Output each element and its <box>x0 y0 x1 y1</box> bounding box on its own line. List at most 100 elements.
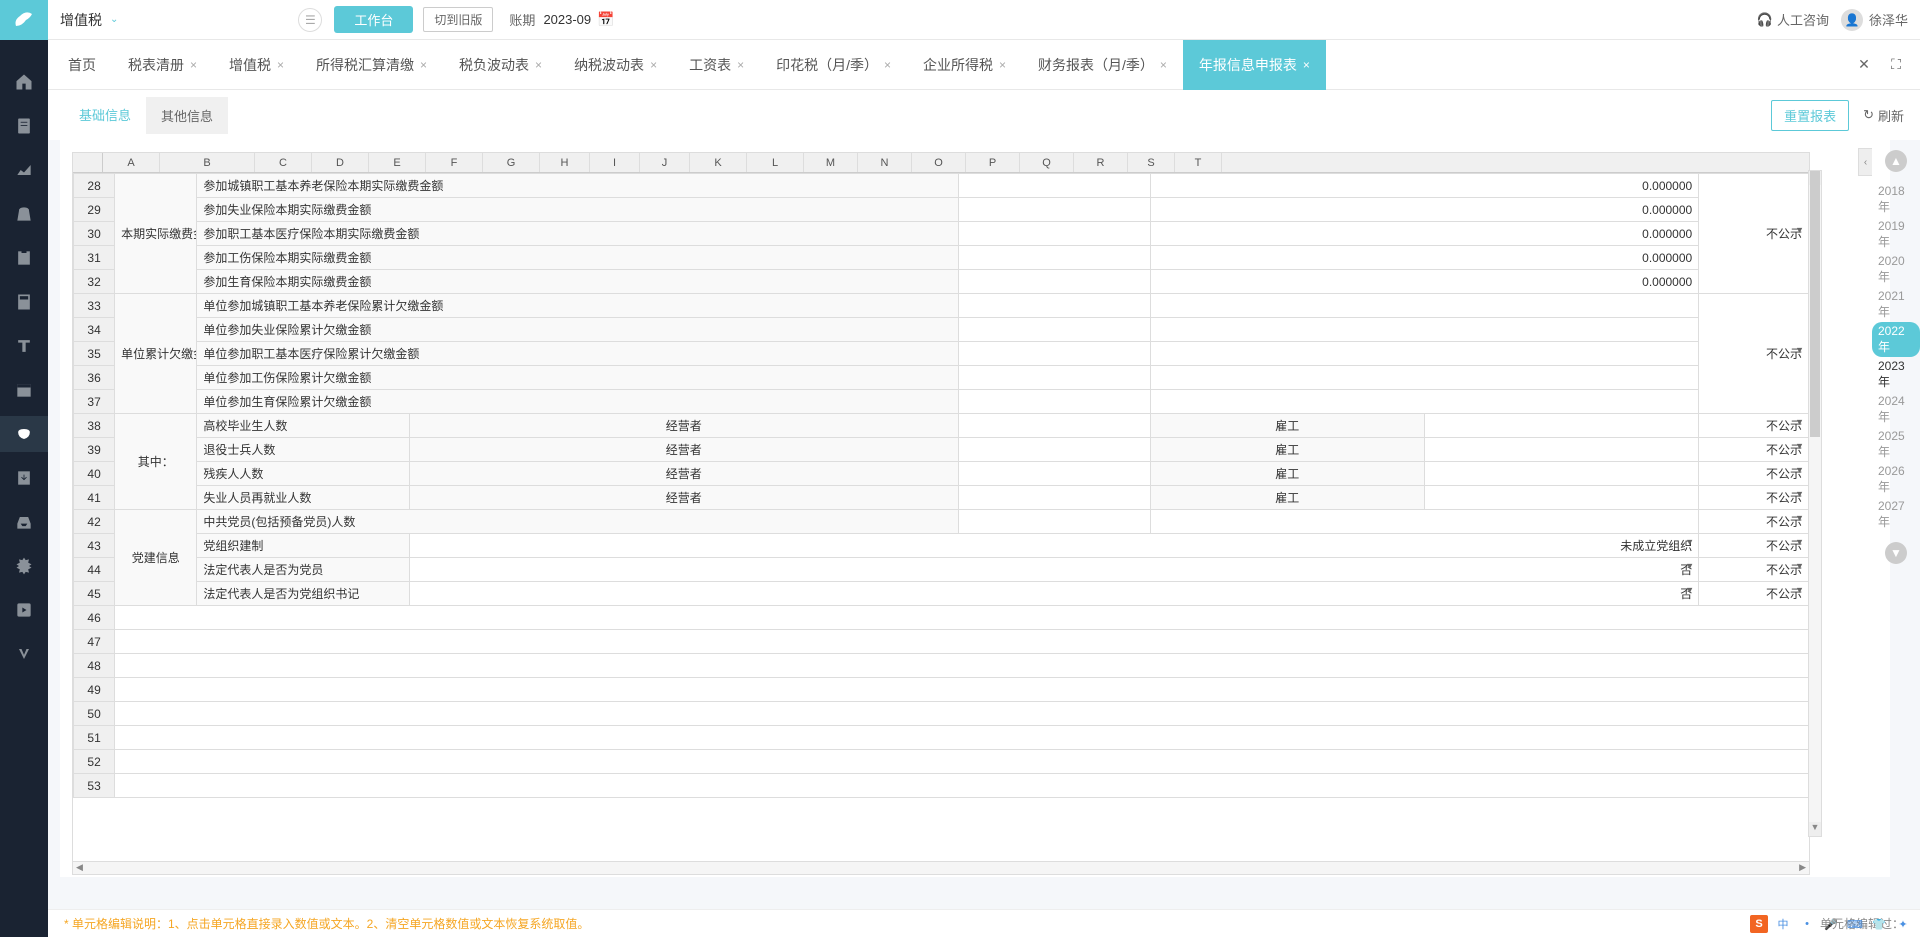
ime-item-3[interactable]: 🎤 <box>1822 915 1840 933</box>
nav-play-icon[interactable] <box>0 592 48 628</box>
close-icon[interactable]: × <box>277 58 284 72</box>
calendar-icon[interactable]: 📅 <box>597 11 614 28</box>
row-number[interactable]: 35 <box>74 342 115 366</box>
year-2023年[interactable]: 2023年 <box>1872 357 1920 392</box>
row-number[interactable]: 39 <box>74 438 115 462</box>
grid-body[interactable]: 28本期实际缴费金额(万元)参加城镇职工基本养老保险本期实际缴费金额0.0000… <box>73 173 1809 864</box>
value-cell[interactable]: 0.000000 <box>1150 270 1699 294</box>
row-number[interactable]: 42 <box>74 510 115 534</box>
value-cell[interactable] <box>1150 318 1699 342</box>
disclosure-dropdown[interactable]: 不公示 <box>1699 534 1809 558</box>
year-2018年[interactable]: 2018年 <box>1872 182 1920 217</box>
close-icon[interactable]: × <box>884 58 891 72</box>
year-down-button[interactable]: ▼ <box>1885 542 1907 564</box>
close-icon[interactable]: × <box>1160 58 1167 72</box>
col-header-D[interactable]: D <box>312 153 369 172</box>
year-2025年[interactable]: 2025年 <box>1872 427 1920 462</box>
year-up-button[interactable]: ▲ <box>1885 150 1907 172</box>
col-header-K[interactable]: K <box>690 153 747 172</box>
year-2021年[interactable]: 2021年 <box>1872 287 1920 322</box>
switch-old-button[interactable]: 切到旧版 <box>423 7 493 32</box>
col-header-S[interactable]: S <box>1128 153 1175 172</box>
tab-年报信息申报表[interactable]: 年报信息申报表× <box>1183 40 1326 90</box>
operator-cell[interactable]: 经营者 <box>410 438 959 462</box>
row-number[interactable]: 45 <box>74 582 115 606</box>
select-all-corner[interactable] <box>73 153 103 172</box>
close-icon[interactable]: × <box>1303 58 1310 72</box>
year-2027年[interactable]: 2027年 <box>1872 497 1920 532</box>
ime-item-2[interactable]: • <box>1798 915 1816 933</box>
col-header-N[interactable]: N <box>858 153 912 172</box>
wide-dropdown[interactable]: 否 <box>410 582 1699 606</box>
col-header-E[interactable]: E <box>369 153 426 172</box>
row-number[interactable]: 44 <box>74 558 115 582</box>
year-expand-toggle[interactable]: ‹ <box>1858 148 1872 176</box>
disclosure-dropdown[interactable]: 不公示 <box>1699 414 1809 438</box>
row-number[interactable]: 51 <box>74 726 115 750</box>
close-icon[interactable]: × <box>737 58 744 72</box>
label-cell[interactable]: 单位参加城镇职工基本养老保险累计欠缴金额 <box>197 294 958 318</box>
label-cell[interactable]: 残疾人人数 <box>197 462 410 486</box>
nav-settings-icon[interactable] <box>0 548 48 584</box>
col-header-C[interactable]: C <box>255 153 312 172</box>
wide-dropdown[interactable]: 否 <box>410 558 1699 582</box>
nav-home-icon[interactable] <box>0 64 48 100</box>
value-cell[interactable]: 0.000000 <box>1150 222 1699 246</box>
operator-cell[interactable]: 经营者 <box>410 462 959 486</box>
value-cell[interactable] <box>1150 390 1699 414</box>
close-icon[interactable]: × <box>190 58 197 72</box>
row-number[interactable]: 48 <box>74 654 115 678</box>
label-cell[interactable]: 单位参加失业保险累计欠缴金额 <box>197 318 958 342</box>
nav-calendar-icon[interactable] <box>0 372 48 408</box>
row-number[interactable]: 29 <box>74 198 115 222</box>
ime-item-4[interactable]: ⌨ <box>1846 915 1864 933</box>
nav-doc-icon[interactable] <box>0 108 48 144</box>
ime-item-0[interactable]: S <box>1750 915 1768 933</box>
tab-首页[interactable]: 首页 <box>52 40 112 90</box>
value-cell[interactable]: 0.000000 <box>1150 198 1699 222</box>
row-number[interactable]: 38 <box>74 414 115 438</box>
close-icon[interactable]: × <box>420 58 427 72</box>
nav-calc-icon[interactable] <box>0 284 48 320</box>
col-header-P[interactable]: P <box>966 153 1020 172</box>
row-number[interactable]: 49 <box>74 678 115 702</box>
group-cell[interactable]: 党建信息 <box>115 510 197 606</box>
tab-财务报表（月/季）[interactable]: 财务报表（月/季）× <box>1022 40 1183 90</box>
col-header-G[interactable]: G <box>483 153 540 172</box>
role-cell[interactable]: 雇工 <box>1150 462 1424 486</box>
disclosure-dropdown[interactable]: 不公示 <box>1699 558 1809 582</box>
subtab-basic[interactable]: 基础信息 <box>64 96 146 134</box>
label-cell[interactable]: 参加生育保险本期实际缴费金额 <box>197 270 958 294</box>
tab-所得税汇算清缴[interactable]: 所得税汇算清缴× <box>300 40 443 90</box>
row-number[interactable]: 33 <box>74 294 115 318</box>
tab-税负波动表[interactable]: 税负波动表× <box>443 40 558 90</box>
disclosure-dropdown[interactable]: 不公示 <box>1699 510 1809 534</box>
row-number[interactable]: 47 <box>74 630 115 654</box>
label-cell[interactable]: 单位参加职工基本医疗保险累计欠缴金额 <box>197 342 958 366</box>
value-cell[interactable] <box>1150 510 1699 534</box>
group-cell[interactable]: 其中： <box>115 414 197 510</box>
disclosure-dropdown[interactable]: 不公示 <box>1699 294 1809 414</box>
refresh-button[interactable]: ↻ 刷新 <box>1863 106 1904 125</box>
row-number[interactable]: 52 <box>74 750 115 774</box>
list-icon[interactable]: ☰ <box>298 8 322 32</box>
disclosure-dropdown[interactable]: 不公示 <box>1699 486 1809 510</box>
label-cell[interactable]: 法定代表人是否为党员 <box>197 558 410 582</box>
disclosure-dropdown[interactable]: 不公示 <box>1699 582 1809 606</box>
tab-工资表[interactable]: 工资表× <box>673 40 760 90</box>
row-number[interactable]: 36 <box>74 366 115 390</box>
col-header-O[interactable]: O <box>912 153 966 172</box>
label-cell[interactable]: 中共党员(包括预备党员)人数 <box>197 510 958 534</box>
col-header-H[interactable]: H <box>540 153 590 172</box>
reset-report-button[interactable]: 重置报表 <box>1771 100 1849 131</box>
label-cell[interactable]: 单位参加生育保险累计欠缴金额 <box>197 390 958 414</box>
row-number[interactable]: 53 <box>74 774 115 798</box>
value-cell[interactable] <box>1150 294 1699 318</box>
row-number[interactable]: 50 <box>74 702 115 726</box>
disclosure-dropdown[interactable]: 不公示 <box>1699 174 1809 294</box>
row-number[interactable]: 34 <box>74 318 115 342</box>
nav-inbox-icon[interactable] <box>0 504 48 540</box>
col-header-T[interactable]: T <box>1175 153 1222 172</box>
tab-纳税波动表[interactable]: 纳税波动表× <box>558 40 673 90</box>
module-dropdown[interactable]: 增值税 ⌄ <box>60 10 118 30</box>
